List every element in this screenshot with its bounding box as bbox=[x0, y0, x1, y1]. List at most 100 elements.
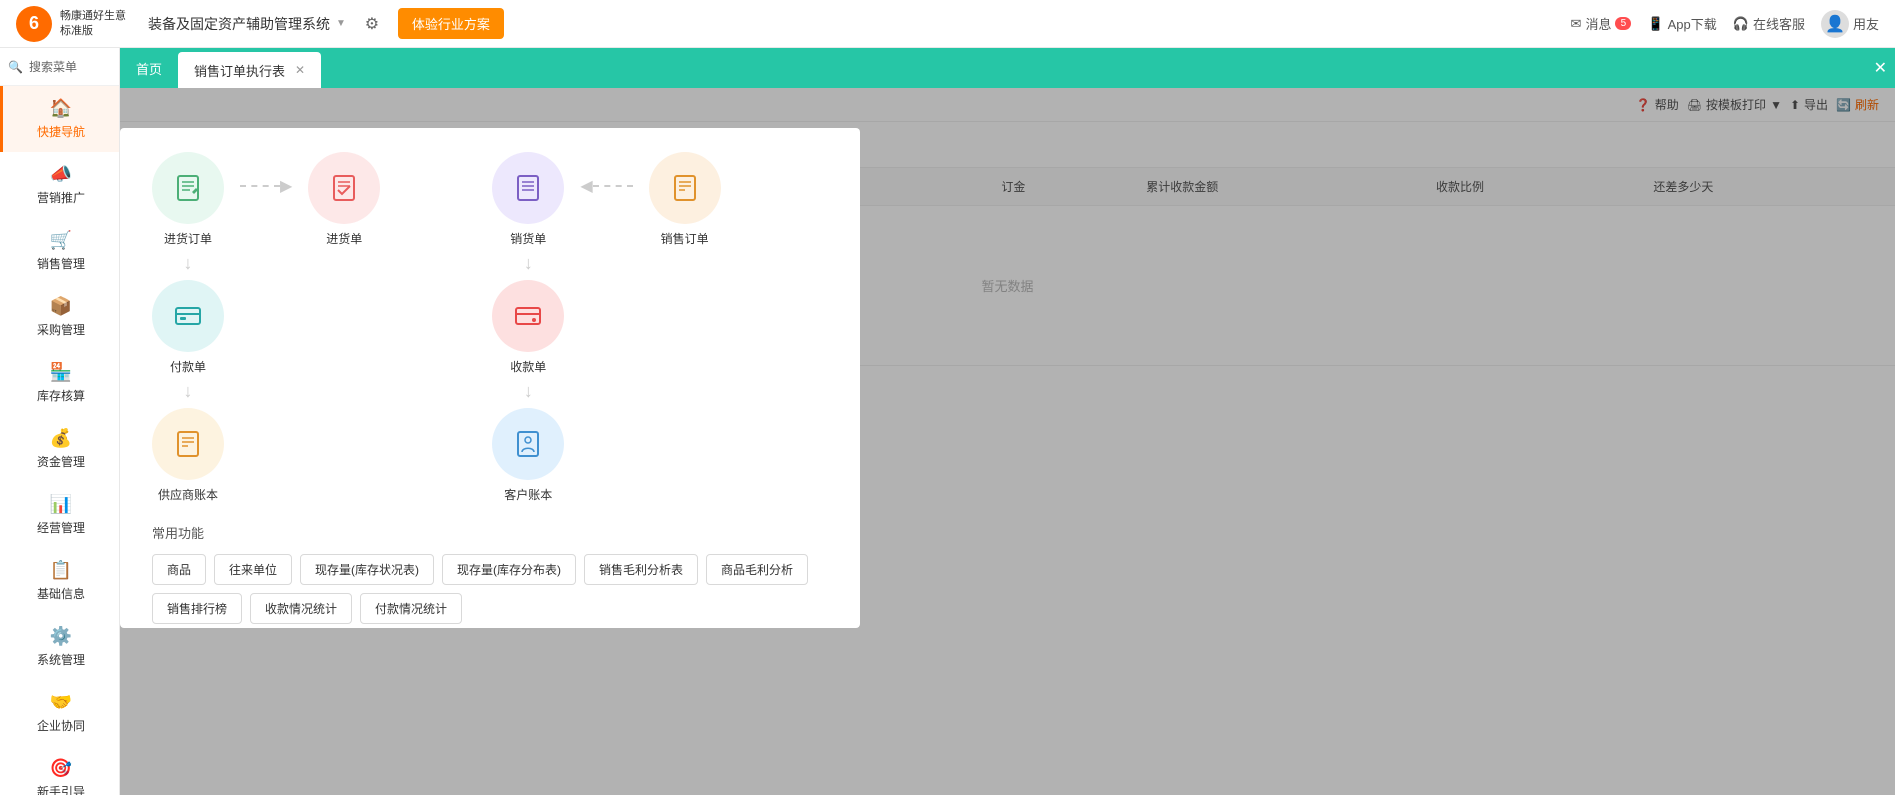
home-icon: 🏠 bbox=[50, 98, 72, 119]
flow-node-purchase-order[interactable]: 进货订单 bbox=[152, 152, 224, 247]
func-btn-0[interactable]: 商品 bbox=[152, 554, 206, 585]
flow-node-purchase-bill[interactable]: 进货单 bbox=[308, 152, 380, 247]
basic-icon: 📋 bbox=[50, 560, 72, 581]
supplier-circle bbox=[152, 408, 224, 480]
down-arrow-customer: ↓ bbox=[524, 381, 533, 402]
marketing-icon: 📣 bbox=[50, 164, 72, 185]
message-btn[interactable]: ✉ 消息 5 bbox=[1571, 14, 1632, 33]
func-buttons-row2: 销售排行榜 收款情况统计 付款情况统计 bbox=[152, 593, 828, 624]
flow-purchase-bill-col: 进货单 bbox=[308, 152, 380, 247]
tab-close-icon[interactable]: ✕ bbox=[295, 63, 305, 77]
logo-icon: 6 bbox=[16, 6, 52, 42]
arrow-purchase-order-to-bill: ▶ bbox=[240, 176, 292, 196]
message-icon: ✉ bbox=[1571, 16, 1582, 32]
common-functions: 常用功能 商品 往来单位 现存量(库存状况表) 现存量(库存分布表) 销售毛利分… bbox=[152, 523, 828, 624]
tab-home[interactable]: 首页 bbox=[120, 48, 178, 88]
flow-node-customer[interactable]: 客户账本 bbox=[492, 408, 564, 503]
sidebar: 🔍 搜索菜单 🏠 快捷导航 📣 营销推广 🛒 销售管理 📦 采购管理 🏪 bbox=[0, 48, 120, 795]
main-body: 🔍 搜索菜单 🏠 快捷导航 📣 营销推广 🛒 销售管理 📦 采购管理 🏪 bbox=[0, 48, 1895, 795]
online-service-btn[interactable]: 🎧 在线客服 bbox=[1733, 14, 1805, 33]
finance-icon: 💰 bbox=[50, 428, 72, 449]
sidebar-item-quick-nav[interactable]: 🏠 快捷导航 bbox=[0, 86, 119, 152]
purchase-bill-label: 进货单 bbox=[326, 230, 362, 247]
purchase-order-circle bbox=[152, 152, 224, 224]
tab-bar: 首页 销售订单执行表 ✕ ✕ bbox=[120, 48, 1895, 88]
flow-diagram: 进货订单 ↓ 付款单 bbox=[152, 152, 828, 503]
sales-order-node-label: 销售订单 bbox=[661, 230, 709, 247]
inventory-icon: 🏪 bbox=[50, 362, 72, 383]
sidebar-item-basic[interactable]: 📋 基础信息 bbox=[0, 548, 119, 614]
sidebar-item-enterprise[interactable]: 🤝 企业协同 bbox=[0, 680, 119, 746]
arrow-sales-order-to-bill: ◀ bbox=[580, 176, 632, 196]
search-menu-btn[interactable]: 🔍 搜索菜单 bbox=[0, 48, 119, 86]
header-right: ✉ 消息 5 📱 App下载 🎧 在线客服 👤 用友 bbox=[1571, 10, 1879, 38]
headset-icon: 🎧 bbox=[1733, 16, 1749, 32]
sidebar-item-marketing[interactable]: 📣 营销推广 bbox=[0, 152, 119, 218]
func-btn-4[interactable]: 销售毛利分析表 bbox=[584, 554, 698, 585]
flow-sales-order-col: 销售订单 bbox=[649, 152, 721, 247]
page-content: ❓ 帮助 🖨 按模板打印 ▼ ⬆ 导出 🔄 刷新 bbox=[120, 88, 1895, 795]
user-avatar-btn[interactable]: 👤 用友 bbox=[1821, 10, 1879, 38]
settings-icon[interactable]: ⚙ bbox=[358, 10, 386, 38]
operation-icon: 📊 bbox=[50, 494, 72, 515]
trial-button[interactable]: 体验行业方案 bbox=[398, 8, 504, 39]
func-btn-6[interactable]: 销售排行榜 bbox=[152, 593, 242, 624]
enterprise-icon: 🤝 bbox=[50, 692, 72, 713]
down-arrow-receipt: ↓ bbox=[524, 253, 533, 274]
message-badge: 5 bbox=[1615, 17, 1631, 30]
sales-icon: 🛒 bbox=[50, 230, 72, 251]
sidebar-item-purchase[interactable]: 📦 采购管理 bbox=[0, 284, 119, 350]
system-dropdown-icon[interactable]: ▼ bbox=[336, 18, 346, 29]
flow-node-sales-bill[interactable]: 销货单 bbox=[492, 152, 564, 247]
quick-guide-overlay[interactable]: 进货订单 ↓ 付款单 bbox=[120, 88, 1895, 795]
logo-area: 6 畅康通好生意 标准版 bbox=[16, 6, 136, 42]
down-arrow-supplier: ↓ bbox=[184, 381, 193, 402]
search-icon: 🔍 bbox=[8, 60, 23, 74]
supplier-label: 供应商账本 bbox=[158, 486, 218, 503]
app-container: 6 畅康通好生意 标准版 装备及固定资产辅助管理系统 ▼ ⚙ 体验行业方案 ✉ … bbox=[0, 0, 1895, 795]
sidebar-item-operation[interactable]: 📊 经营管理 bbox=[0, 482, 119, 548]
logo-text: 畅康通好生意 标准版 bbox=[60, 9, 126, 38]
system-title: 装备及固定资产辅助管理系统 ▼ bbox=[148, 14, 346, 34]
app-download-btn[interactable]: 📱 App下载 bbox=[1647, 14, 1716, 33]
func-buttons: 商品 往来单位 现存量(库存状况表) 现存量(库存分布表) 销售毛利分析表 商品… bbox=[152, 554, 828, 585]
payment-circle bbox=[152, 280, 224, 352]
flow-node-payment[interactable]: 付款单 bbox=[152, 280, 224, 375]
func-btn-8[interactable]: 付款情况统计 bbox=[360, 593, 462, 624]
sales-bill-label: 销货单 bbox=[510, 230, 546, 247]
sidebar-item-sales[interactable]: 🛒 销售管理 bbox=[0, 218, 119, 284]
content-area: 首页 销售订单执行表 ✕ ✕ ❓ 帮助 🖨 bbox=[120, 48, 1895, 795]
sidebar-item-finance[interactable]: 💰 资金管理 bbox=[0, 416, 119, 482]
sales-bill-circle bbox=[492, 152, 564, 224]
func-btn-3[interactable]: 现存量(库存分布表) bbox=[442, 554, 576, 585]
system-icon: ⚙️ bbox=[50, 626, 72, 647]
tab-sales-order[interactable]: 销售订单执行表 ✕ bbox=[178, 52, 321, 88]
customer-circle bbox=[492, 408, 564, 480]
down-arrow-payment: ↓ bbox=[184, 253, 193, 274]
sidebar-item-newbie[interactable]: 🎯 新手引导 bbox=[0, 746, 119, 795]
phone-icon: 📱 bbox=[1647, 16, 1663, 32]
quick-panel: 进货订单 ↓ 付款单 bbox=[120, 128, 860, 628]
func-btn-5[interactable]: 商品毛利分析 bbox=[706, 554, 808, 585]
purchase-bill-circle bbox=[308, 152, 380, 224]
flow-left-col: 进货订单 ↓ 付款单 bbox=[152, 152, 224, 503]
func-btn-1[interactable]: 往来单位 bbox=[214, 554, 292, 585]
top-header: 6 畅康通好生意 标准版 装备及固定资产辅助管理系统 ▼ ⚙ 体验行业方案 ✉ … bbox=[0, 0, 1895, 48]
flow-node-receipt[interactable]: 收款单 bbox=[492, 280, 564, 375]
sidebar-item-inventory[interactable]: 🏪 库存核算 bbox=[0, 350, 119, 416]
flow-node-supplier[interactable]: 供应商账本 bbox=[152, 408, 224, 503]
sales-order-circle bbox=[649, 152, 721, 224]
common-title: 常用功能 bbox=[152, 523, 828, 542]
func-btn-7[interactable]: 收款情况统计 bbox=[250, 593, 352, 624]
flow-sales-bill-col: 销货单 ↓ 收款单 ↓ bbox=[492, 152, 564, 503]
func-btn-2[interactable]: 现存量(库存状况表) bbox=[300, 554, 434, 585]
sidebar-item-system[interactable]: ⚙️ 系统管理 bbox=[0, 614, 119, 680]
purchase-icon: 📦 bbox=[50, 296, 72, 317]
tab-end-close-btn[interactable]: ✕ bbox=[1874, 58, 1887, 78]
receipt-circle bbox=[492, 280, 564, 352]
customer-label: 客户账本 bbox=[504, 486, 552, 503]
newbie-icon: 🎯 bbox=[50, 758, 72, 779]
payment-label: 付款单 bbox=[170, 358, 206, 375]
flow-node-sales-order[interactable]: 销售订单 bbox=[649, 152, 721, 247]
receipt-label: 收款单 bbox=[510, 358, 546, 375]
